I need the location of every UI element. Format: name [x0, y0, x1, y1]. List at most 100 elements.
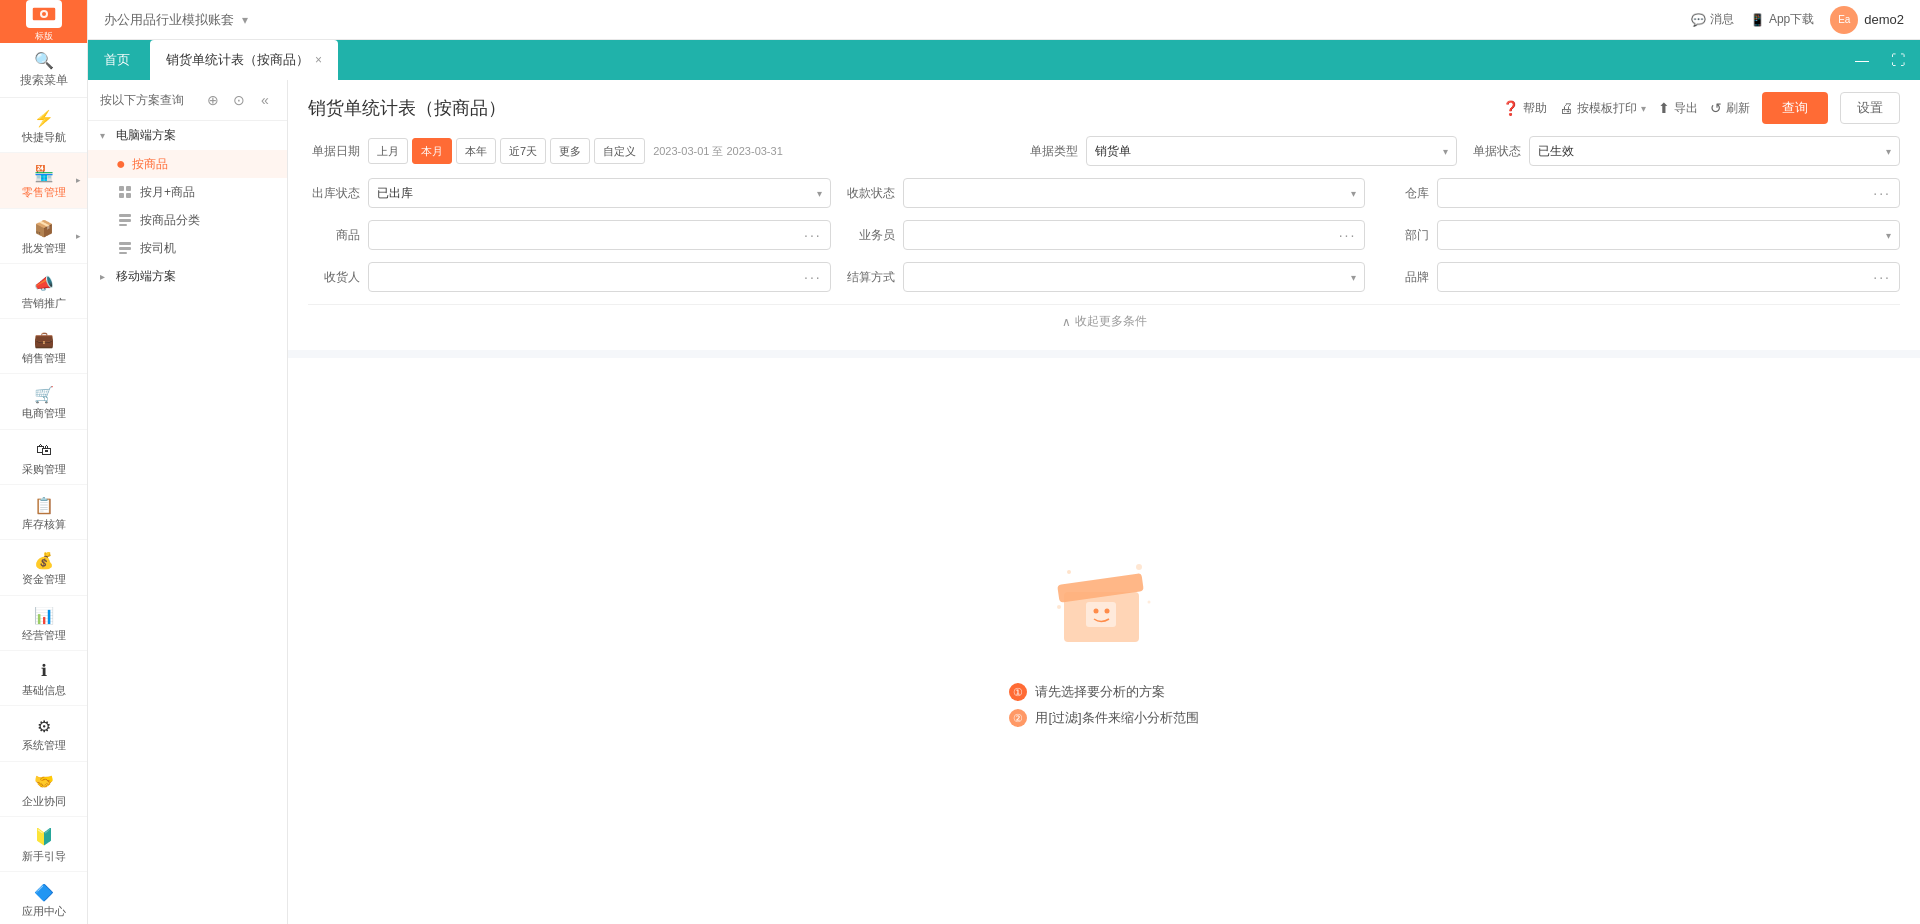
query-button[interactable]: 查询 [1762, 92, 1828, 124]
finance-label: 资金管理 [22, 572, 66, 586]
bill-status-value: 已生效 [1538, 143, 1574, 160]
sidebar-item-purchase[interactable]: 🛍 采购管理 [0, 430, 87, 485]
bill-type-input[interactable]: 销货单 ▾ [1086, 136, 1457, 166]
guide-label: 新手引导 [22, 849, 66, 863]
tab-maximize-button[interactable]: ⛶ [1884, 46, 1912, 74]
help-icon: ❓ [1502, 100, 1519, 116]
sidebar-item-guide[interactable]: 🔰 新手引导 [0, 817, 87, 872]
sidebar-item-finance[interactable]: 💰 资金管理 [0, 540, 87, 595]
apps-icon: 🔷 [34, 882, 54, 902]
export-button[interactable]: ⬆ 导出 [1658, 100, 1698, 117]
tree-desktop-group[interactable]: ▾ 电脑端方案 [88, 121, 287, 150]
filter-warehouse: 仓库 ··· [1377, 178, 1900, 208]
sidebar-item-enterprise[interactable]: 🤝 企业协同 [0, 762, 87, 817]
empty-box-svg [1044, 547, 1164, 647]
finance-icon: 💰 [34, 550, 54, 570]
date-last-month-button[interactable]: 上月 [368, 138, 408, 164]
export-icon: ⬆ [1658, 100, 1670, 116]
page-title: 销货单统计表（按商品） [308, 96, 506, 120]
user-name: demo2 [1864, 12, 1904, 27]
wholesale-arrow: ▸ [76, 231, 81, 241]
tree-item-by-goods[interactable]: ● 按商品 [88, 150, 287, 178]
system-label: 系统管理 [22, 738, 66, 752]
print-arrow: ▾ [1641, 103, 1646, 114]
step-1-num: ① [1009, 683, 1027, 701]
goods-input[interactable]: ··· [368, 220, 831, 250]
sidebar-item-apps[interactable]: 🔷 应用中心 [0, 872, 87, 924]
tab-minimize-button[interactable]: — [1848, 46, 1876, 74]
sidebar-search-label: 搜索菜单 [20, 72, 68, 89]
topbar-right: 💬 消息 📱 App下载 Ea demo2 [1691, 6, 1904, 34]
filter-brand: 品牌 ··· [1377, 262, 1900, 292]
date-this-month-button[interactable]: 本月 [412, 138, 452, 164]
collapse-filters-button[interactable]: ∧ 收起更多条件 [308, 304, 1900, 338]
bill-type-value: 销货单 [1095, 143, 1131, 160]
print-button[interactable]: 🖨 按模板打印 ▾ [1559, 100, 1646, 117]
help-label: 帮助 [1523, 100, 1547, 117]
collapse-arrow-icon: ∧ [1062, 315, 1071, 329]
sidebar-item-quicknav[interactable]: ⚡ 快捷导航 [0, 98, 87, 153]
edit-scheme-button[interactable]: ⊙ [229, 90, 249, 110]
breadcrumb-dropdown[interactable]: ▾ [242, 13, 248, 27]
sidebar-item-wholesale[interactable]: 📦 批发管理 ▸ [0, 209, 87, 264]
quicknav-label: 快捷导航 [22, 130, 66, 144]
refresh-button[interactable]: ↺ 刷新 [1710, 100, 1750, 117]
tab-close-icon[interactable]: × [315, 53, 322, 67]
empty-state: ① 请先选择要分析的方案 ② 用[过滤]条件来缩小分析范围 [288, 358, 1920, 924]
sidebar-item-ecommerce[interactable]: 🛒 电商管理 [0, 374, 87, 429]
step-1-text: 请先选择要分析的方案 [1035, 683, 1165, 701]
sidebar-item-inventory[interactable]: 📋 库存核算 [0, 485, 87, 540]
filter-row-4: 收货人 ··· 结算方式 ▾ 品牌 [308, 262, 1900, 292]
ecommerce-label: 电商管理 [22, 406, 66, 420]
sidebar-item-basic[interactable]: ℹ 基础信息 [0, 651, 87, 706]
enterprise-label: 企业协同 [22, 794, 66, 808]
operations-icon: 📊 [34, 606, 54, 626]
tree-item-by-driver[interactable]: 按司机 [88, 234, 287, 262]
date-more-button[interactable]: 更多 [550, 138, 590, 164]
message-button[interactable]: 💬 消息 [1691, 11, 1734, 28]
sidebar-item-system[interactable]: ⚙ 系统管理 [0, 706, 87, 761]
payment-status-input[interactable]: ▾ [903, 178, 1366, 208]
svg-point-17 [1105, 609, 1110, 614]
out-status-input[interactable]: 已出库 ▾ [368, 178, 831, 208]
help-button[interactable]: ❓ 帮助 [1502, 100, 1547, 117]
tree-item-by-category[interactable]: 按商品分类 [88, 206, 287, 234]
date-7days-button[interactable]: 近7天 [500, 138, 546, 164]
warehouse-input[interactable]: ··· [1437, 178, 1900, 208]
svg-point-19 [1136, 564, 1142, 570]
tree-item-by-month-goods[interactable]: 按月+商品 [88, 178, 287, 206]
receiver-input[interactable]: ··· [368, 262, 831, 292]
date-custom-button[interactable]: 自定义 [594, 138, 645, 164]
collapse-panel-button[interactable]: « [255, 90, 275, 110]
brand-input[interactable]: ··· [1437, 262, 1900, 292]
tree-mobile-group[interactable]: ▸ 移动端方案 [88, 262, 287, 291]
tab-sales-stats[interactable]: 销货单统计表（按商品） × [150, 40, 338, 80]
svg-point-16 [1094, 609, 1099, 614]
collapse-label: 收起更多条件 [1075, 313, 1147, 330]
date-this-year-button[interactable]: 本年 [456, 138, 496, 164]
app-download-button[interactable]: 📱 App下载 [1750, 11, 1814, 28]
sub-icon-2 [116, 211, 134, 229]
filter-out-status: 出库状态 已出库 ▾ [308, 178, 831, 208]
svg-rect-10 [119, 242, 131, 245]
bill-status-input[interactable]: 已生效 ▾ [1529, 136, 1900, 166]
sidebar-item-retail[interactable]: 🏪 零售管理 ▸ [0, 153, 87, 208]
salesperson-input[interactable]: ··· [903, 220, 1366, 250]
sidebar-search-section[interactable]: 🔍 搜索菜单 [0, 43, 87, 98]
brand-dots: ··· [1873, 269, 1891, 285]
warehouse-label: 仓库 [1377, 185, 1437, 202]
inventory-label: 库存核算 [22, 517, 66, 531]
user-info[interactable]: Ea demo2 [1830, 6, 1904, 34]
ecommerce-icon: 🛒 [34, 384, 54, 404]
tab-home[interactable]: 首页 [88, 40, 146, 80]
sidebar-item-marketing[interactable]: 📣 营销推广 [0, 264, 87, 319]
sidebar-item-sales[interactable]: 💼 销售管理 [0, 319, 87, 374]
sidebar-item-operations[interactable]: 📊 经营管理 [0, 596, 87, 651]
add-scheme-button[interactable]: ⊕ [203, 90, 223, 110]
settlement-input[interactable]: ▾ [903, 262, 1366, 292]
filter-settlement: 结算方式 ▾ [843, 262, 1366, 292]
department-input[interactable]: ▾ [1437, 220, 1900, 250]
settings-button[interactable]: 设置 [1840, 92, 1900, 124]
left-panel-actions: ⊕ ⊙ « [203, 90, 275, 110]
filter-bill-status: 单据状态 已生效 ▾ [1469, 136, 1900, 166]
